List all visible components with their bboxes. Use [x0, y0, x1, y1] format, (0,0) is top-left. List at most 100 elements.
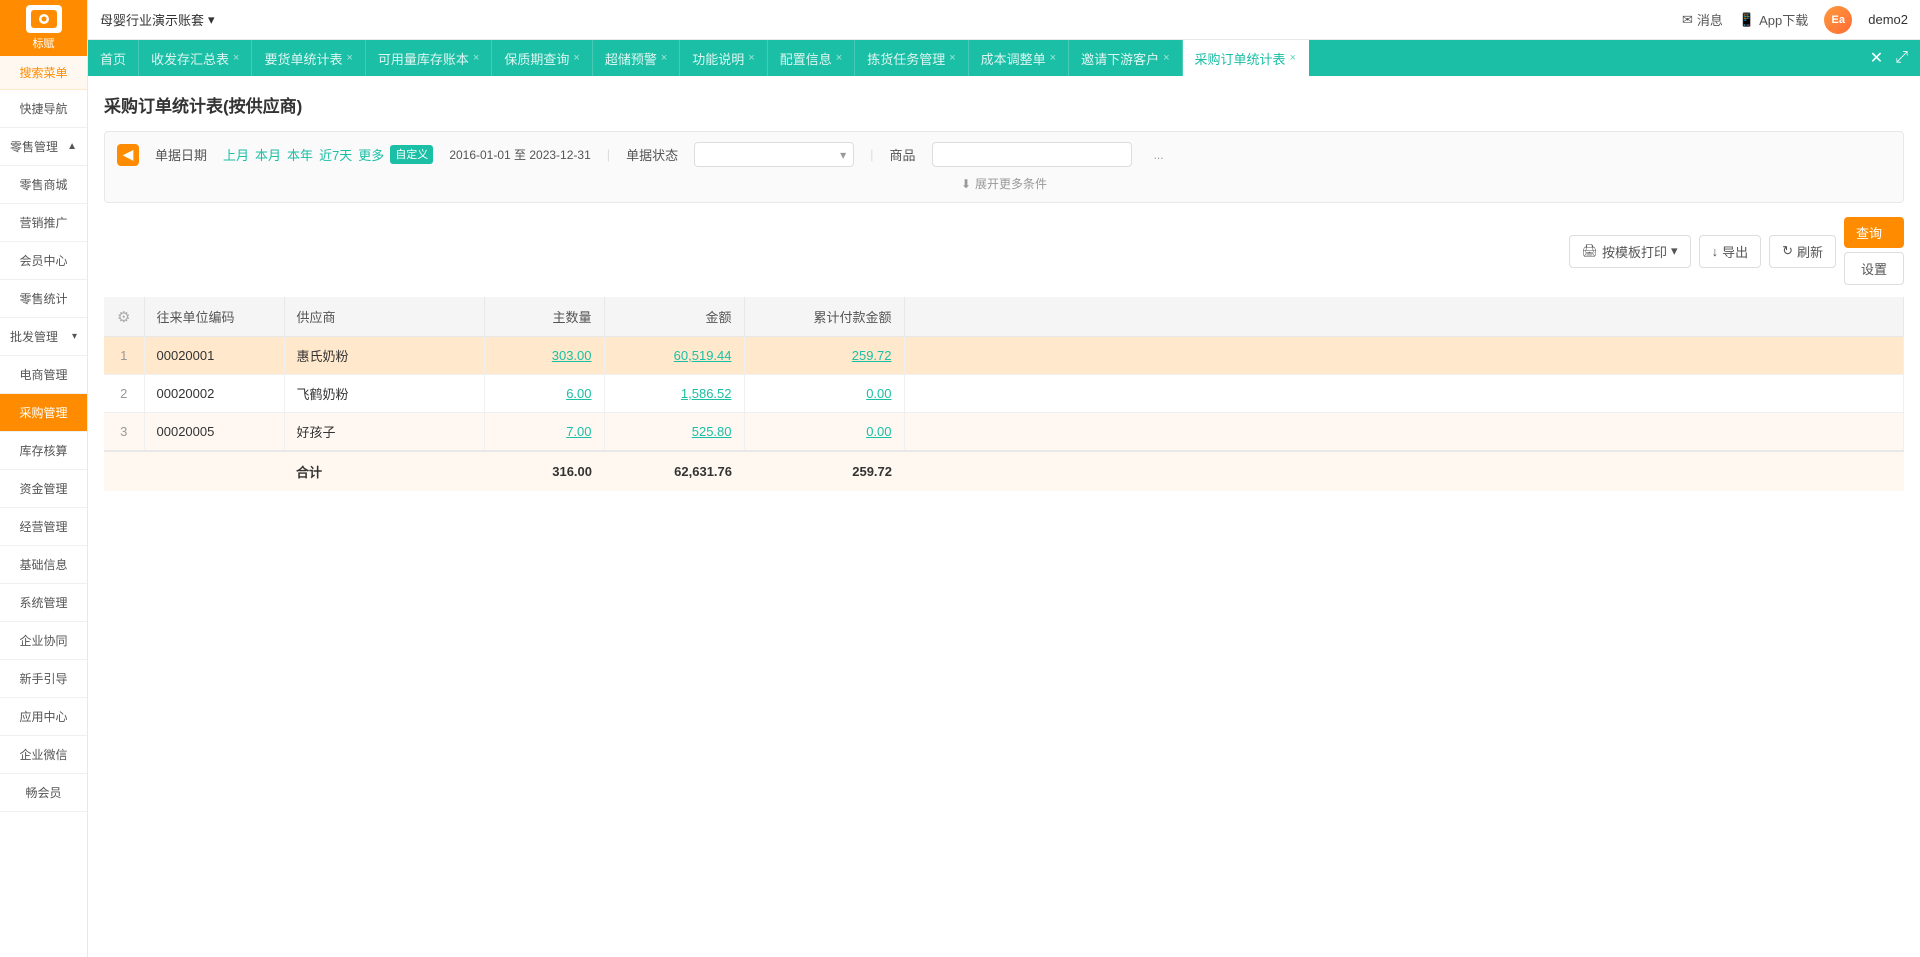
sidebar-item-inventory[interactable]: 库存核算 [0, 432, 87, 470]
sidebar-item-enterprise-wechat[interactable]: 企业微信 [0, 736, 87, 774]
tab-close-icon[interactable]: × [949, 52, 955, 64]
refresh-btn[interactable]: ↻ 刷新 [1769, 235, 1836, 268]
tab-overstock-alert[interactable]: 超储预警 × [593, 40, 680, 76]
tab-purchase-order-stats-label: 采购订单统计表 [1195, 49, 1286, 68]
tab-invite-downstream[interactable]: 邀请下游客户 × [1069, 40, 1182, 76]
top-bar-left: 母婴行业演示账套 ▾ [100, 10, 215, 29]
tab-close-icon[interactable]: × [1163, 52, 1169, 64]
expand-row: ⬇ 展开更多条件 [117, 175, 1891, 192]
shortcut-7days[interactable]: 近7天 [319, 145, 352, 164]
row-seq: 2 [104, 375, 144, 413]
gear-icon[interactable]: ⚙ [117, 309, 130, 326]
member-center-label: 会员中心 [19, 252, 67, 269]
sidebar-item-vip[interactable]: 畅会员 [0, 774, 87, 812]
shortcut-this-month[interactable]: 本月 [255, 145, 281, 164]
print-btn[interactable]: 🖨 按模板打印 ▾ [1569, 235, 1691, 268]
sidebar-item-member-center[interactable]: 会员中心 [0, 242, 87, 280]
tab-available-stock-label: 可用量库存账本 [378, 49, 469, 68]
row-qty[interactable]: 7.00 [484, 413, 604, 452]
search-label: 搜索菜单 [19, 66, 67, 80]
tab-home[interactable]: 首页 [88, 40, 139, 76]
tab-available-stock[interactable]: 可用量库存账本 × [366, 40, 492, 76]
app-logo: 标赋 [0, 0, 87, 56]
tab-bar-actions: ✕ ⤢ [1858, 40, 1920, 76]
retail-mgmt-label: 零售管理 [10, 138, 58, 155]
tab-receive-summary[interactable]: 收发存汇总表 × [139, 40, 252, 76]
app-center-label: 应用中心 [19, 708, 67, 725]
tab-pick-task[interactable]: 拣货任务管理 × [855, 40, 968, 76]
tab-close-icon[interactable]: × [661, 52, 667, 64]
message-label: 消息 [1697, 10, 1723, 29]
sidebar-item-enterprise-collab[interactable]: 企业协同 [0, 622, 87, 660]
sidebar-item-system-mgmt[interactable]: 系统管理 [0, 584, 87, 622]
tab-bar: 首页 收发存汇总表 × 要货单统计表 × 可用量库存账本 × 保质期查询 × 超… [88, 40, 1920, 76]
sidebar-item-finance[interactable]: 资金管理 [0, 470, 87, 508]
tab-shelf-life-label: 保质期查询 [504, 49, 569, 68]
row-amount[interactable]: 525.80 [604, 413, 744, 452]
shortcut-this-year[interactable]: 本年 [287, 145, 313, 164]
tab-shelf-life[interactable]: 保质期查询 × [492, 40, 592, 76]
row-amount[interactable]: 1,586.52 [604, 375, 744, 413]
sidebar-item-purchase-mgmt[interactable]: 采购管理 [0, 394, 87, 432]
custom-badge[interactable]: 自定义 [390, 145, 433, 164]
tab-purchase-order-stats[interactable]: 采购订单统计表 × [1183, 40, 1309, 76]
query-btn[interactable]: 查询 [1844, 217, 1904, 248]
sidebar-item-marketing[interactable]: 营销推广 [0, 204, 87, 242]
search-menu[interactable]: 搜索菜单 [0, 56, 87, 90]
settings-btn[interactable]: 设置 [1844, 252, 1904, 285]
footer-amount: 62,631.76 [604, 451, 744, 491]
table-header-settings: ⚙ [104, 297, 144, 337]
expand-btn[interactable]: ⬇ 展开更多条件 [961, 175, 1047, 192]
row-seq: 3 [104, 413, 144, 452]
tab-function-desc[interactable]: 功能说明 × [680, 40, 767, 76]
filter-toggle-btn[interactable]: ◀ [117, 144, 139, 166]
goods-input[interactable] [932, 142, 1132, 167]
account-dropdown[interactable]: 母婴行业演示账套 ▾ [100, 10, 215, 29]
status-select[interactable] [694, 142, 854, 167]
sidebar-item-basic-info[interactable]: 基础信息 [0, 546, 87, 584]
sidebar-item-quicknav[interactable]: 快捷导航 [0, 90, 87, 128]
tab-close-active-icon[interactable]: × [1290, 52, 1296, 64]
tab-close-icon[interactable]: × [346, 52, 352, 64]
sidebar-item-app-center[interactable]: 应用中心 [0, 698, 87, 736]
tab-close-icon[interactable]: × [573, 52, 579, 64]
tab-close-all-btn[interactable]: ✕ [1866, 46, 1887, 70]
tab-close-icon[interactable]: × [233, 52, 239, 64]
tab-cost-adjust[interactable]: 成本调整单 × [969, 40, 1069, 76]
tab-maximize-btn[interactable]: ⤢ [1891, 47, 1912, 69]
export-btn[interactable]: ↓ 导出 [1699, 235, 1762, 268]
sidebar-item-retail-mgmt[interactable]: 零售管理 ▲ [0, 128, 87, 166]
shortcut-more[interactable]: 更多 [358, 145, 384, 164]
sidebar-item-wholesale-mgmt[interactable]: 批发管理 ▾ [0, 318, 87, 356]
shortcut-last-month[interactable]: 上月 [223, 145, 249, 164]
row-paid[interactable]: 0.00 [744, 413, 904, 452]
tab-config-info[interactable]: 配置信息 × [768, 40, 855, 76]
retail-mgmt-arrow: ▲ [67, 141, 77, 152]
app-download-btn[interactable]: 📱 App下载 [1739, 10, 1808, 29]
row-paid[interactable]: 0.00 [744, 375, 904, 413]
row-qty[interactable]: 6.00 [484, 375, 604, 413]
sidebar-item-retail-stats[interactable]: 零售统计 [0, 280, 87, 318]
footer-label [144, 451, 284, 491]
tab-close-icon[interactable]: × [836, 52, 842, 64]
username[interactable]: demo2 [1868, 12, 1908, 27]
tab-close-icon[interactable]: × [748, 52, 754, 64]
message-btn[interactable]: ✉ 消息 [1682, 10, 1723, 29]
tab-close-icon[interactable]: × [1050, 52, 1056, 64]
filter-more-btn[interactable]: ... [1148, 146, 1170, 164]
tab-overstock-alert-label: 超储预警 [605, 49, 657, 68]
row-amount[interactable]: 60,519.44 [604, 337, 744, 375]
tab-close-icon[interactable]: × [473, 52, 479, 64]
top-bar-right: ✉ 消息 📱 App下载 Ea demo2 [1682, 6, 1908, 34]
footer-empty2 [904, 451, 1904, 491]
sidebar-item-retail-shop[interactable]: 零售商城 [0, 166, 87, 204]
row-qty[interactable]: 303.00 [484, 337, 604, 375]
filter-row-main: ◀ 单据日期 上月 本月 本年 近7天 更多 自定义 2016-01-01 至 … [117, 142, 1891, 167]
table-row: 3 00020005 好孩子 7.00 525.80 0.00 [104, 413, 1904, 452]
sidebar-item-newbie-guide[interactable]: 新手引导 [0, 660, 87, 698]
footer-paid: 259.72 [744, 451, 904, 491]
row-paid[interactable]: 259.72 [744, 337, 904, 375]
tab-order-stats[interactable]: 要货单统计表 × [252, 40, 365, 76]
sidebar-item-operations[interactable]: 经营管理 [0, 508, 87, 546]
sidebar-item-ecommerce[interactable]: 电商管理 [0, 356, 87, 394]
